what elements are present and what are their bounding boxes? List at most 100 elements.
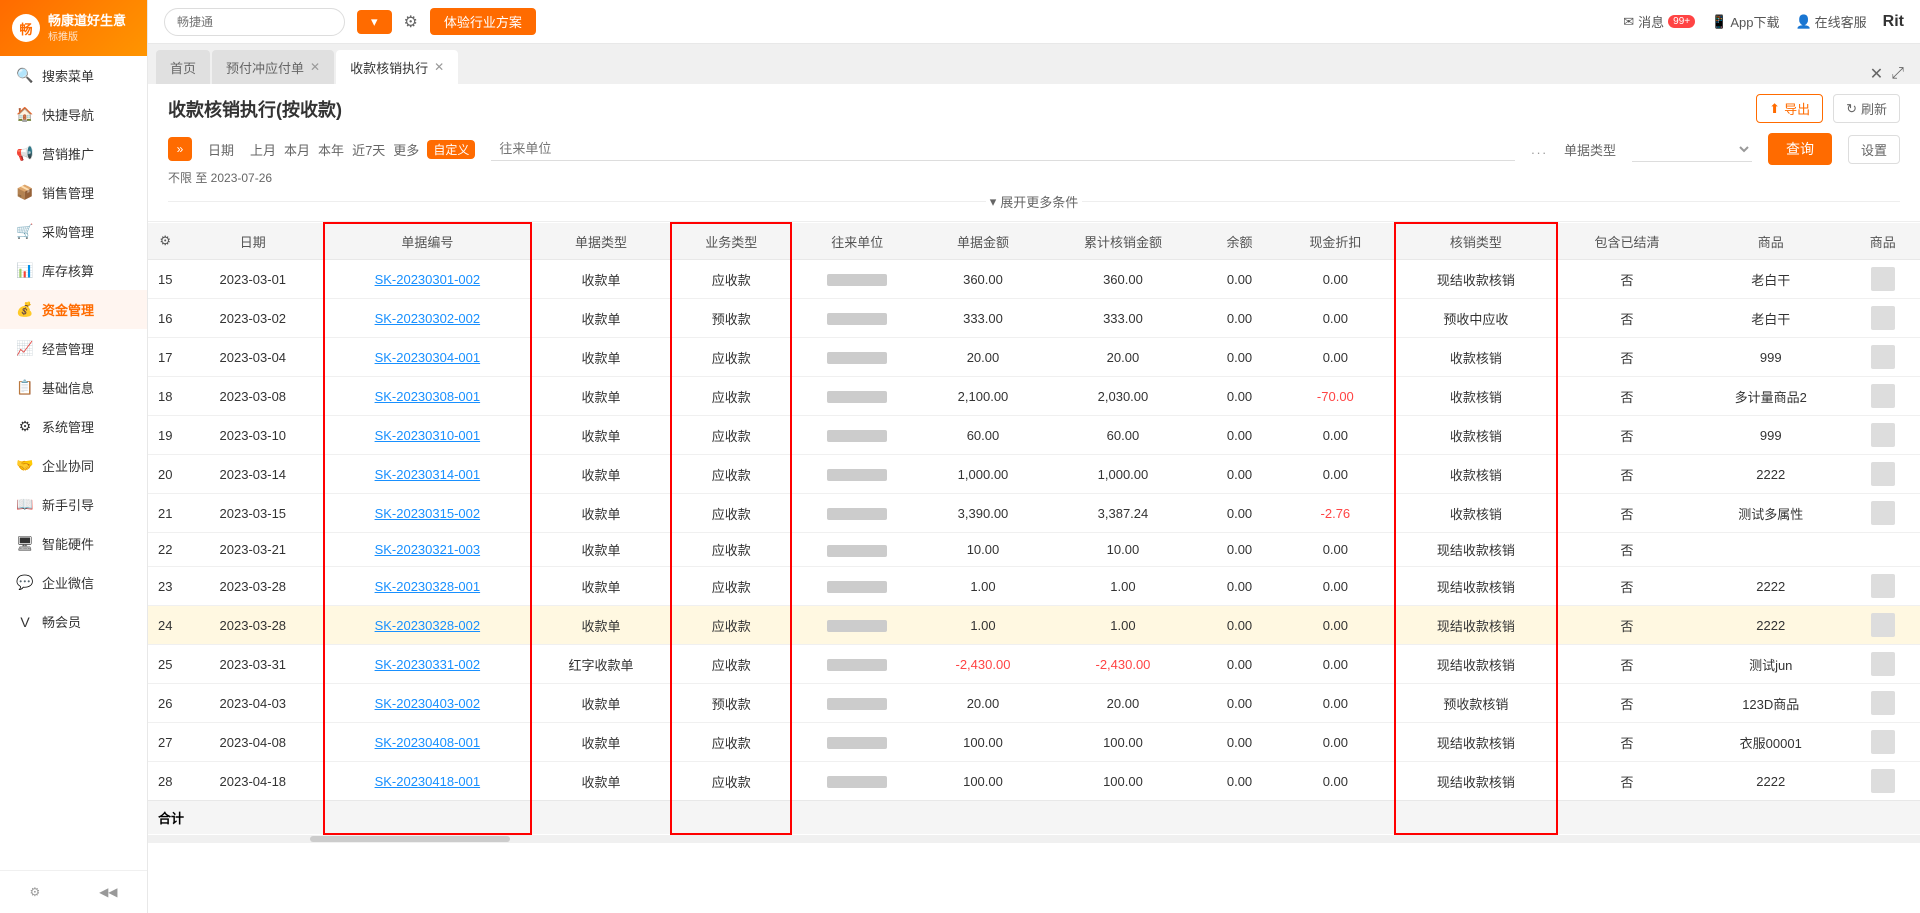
- sidebar-settings-btn[interactable]: ⚙: [17, 879, 52, 905]
- date-7days[interactable]: 近7天: [352, 140, 385, 159]
- cell-accum: 20.00: [1044, 684, 1203, 723]
- expand-more-conditions[interactable]: ▾ 展开更多条件: [168, 192, 1900, 211]
- bill-no-link[interactable]: SK-20230308-001: [375, 389, 481, 404]
- cell-goods2: [1845, 645, 1920, 684]
- sidebar-item-search[interactable]: 🔍 搜索菜单: [0, 56, 147, 95]
- sidebar-item-system[interactable]: ⚙ 系统管理: [0, 407, 147, 446]
- system-icon: ⚙: [16, 418, 34, 435]
- sidebar-item-inventory[interactable]: 📊 库存核算: [0, 251, 147, 290]
- sidebar-item-hardware[interactable]: 🖥 智能硬件: [0, 524, 147, 563]
- cell-verify-type: 预收款核销: [1395, 684, 1557, 723]
- bill-no-link[interactable]: SK-20230328-001: [375, 579, 481, 594]
- col-gear[interactable]: ⚙: [148, 223, 182, 260]
- cell-verify-type: 现结收款核销: [1395, 645, 1557, 684]
- bill-no-link[interactable]: SK-20230328-002: [375, 618, 481, 633]
- table-row: 24 2023-03-28 SK-20230328-002 收款单 应收款 1.…: [148, 606, 1920, 645]
- cell-accum: -2,430.00: [1044, 645, 1203, 684]
- cell-partner: [791, 533, 922, 567]
- partner-input[interactable]: [491, 137, 1515, 161]
- date-custom[interactable]: 自定义: [427, 140, 475, 159]
- scrollbar-thumb[interactable]: [310, 836, 510, 842]
- footer-bill-no: [324, 801, 530, 835]
- date-range-display: 不限 至 2023-07-26: [168, 169, 272, 186]
- tab-verify[interactable]: 收款核销执行 ✕: [336, 50, 458, 84]
- export-icon: ⬆: [1769, 101, 1780, 117]
- sidebar-item-purchase[interactable]: 🛒 采购管理: [0, 212, 147, 251]
- cell-balance: 0.00: [1202, 377, 1276, 416]
- bill-no-link[interactable]: SK-20230408-001: [375, 735, 481, 750]
- cell-no: 26: [148, 684, 182, 723]
- bill-no-link[interactable]: SK-20230314-001: [375, 467, 481, 482]
- cell-biz-type: 应收款: [671, 338, 791, 377]
- industry-solution-btn[interactable]: 体验行业方案: [430, 8, 536, 35]
- sidebar-item-marketing[interactable]: 📢 营销推广: [0, 134, 147, 173]
- date-more[interactable]: 更多: [393, 140, 419, 159]
- export-btn[interactable]: ⬆ 导出: [1756, 94, 1823, 123]
- refresh-btn[interactable]: ↻ 刷新: [1833, 94, 1900, 123]
- tab-close-all-btn[interactable]: ✕: [1870, 64, 1883, 84]
- online-service-btn[interactable]: 👤 在线客服: [1795, 12, 1866, 31]
- bill-no-link[interactable]: SK-20230302-002: [375, 311, 481, 326]
- table-scrollbar[interactable]: [148, 835, 1920, 843]
- message-btn[interactable]: ✉ 消息 99+: [1623, 12, 1695, 31]
- cell-balance: 0.00: [1202, 645, 1276, 684]
- filter-expand-btn[interactable]: »: [168, 137, 192, 161]
- doc-type-select[interactable]: [1632, 136, 1752, 162]
- sidebar-item-member[interactable]: V 畅会员: [0, 602, 147, 641]
- cell-goods1: 测试jun: [1696, 645, 1845, 684]
- sidebar-item-enterprise[interactable]: 🤝 企业协同: [0, 446, 147, 485]
- cell-verify-type: 现结收款核销: [1395, 533, 1557, 567]
- gear-column-icon[interactable]: ⚙: [159, 233, 171, 248]
- bill-no-link[interactable]: SK-20230301-002: [375, 272, 481, 287]
- bill-no-link[interactable]: SK-20230321-003: [375, 542, 481, 557]
- cell-discount: 0.00: [1277, 299, 1395, 338]
- bill-no-link[interactable]: SK-20230315-002: [375, 506, 481, 521]
- setting-btn[interactable]: 设置: [1848, 135, 1900, 164]
- page-header: 收款核销执行(按收款) ⬆ 导出 ↻ 刷新: [148, 84, 1920, 123]
- date-last-month[interactable]: 上月: [250, 140, 276, 159]
- cell-balance: 0.00: [1202, 606, 1276, 645]
- sidebar-item-sales[interactable]: 📦 销售管理: [0, 173, 147, 212]
- sidebar-collapse-btn[interactable]: ◀◀: [87, 879, 129, 905]
- cell-bill-no: SK-20230314-001: [324, 455, 530, 494]
- sidebar-item-operation[interactable]: 📈 经营管理: [0, 329, 147, 368]
- bill-no-link[interactable]: SK-20230310-001: [375, 428, 481, 443]
- sidebar-item-finance[interactable]: 💰 资金管理: [0, 290, 147, 329]
- user-avatar[interactable]: Rit: [1883, 13, 1904, 31]
- sidebar-item-wechat[interactable]: 💬 企业微信: [0, 563, 147, 602]
- cell-biz-type: 应收款: [671, 645, 791, 684]
- sidebar-item-basic[interactable]: 📋 基础信息: [0, 368, 147, 407]
- cell-included: 否: [1557, 299, 1696, 338]
- cell-partner: [791, 260, 922, 299]
- tab-verify-close[interactable]: ✕: [434, 60, 444, 74]
- cell-discount: 0.00: [1277, 533, 1395, 567]
- table-row: 21 2023-03-15 SK-20230315-002 收款单 应收款 3,…: [148, 494, 1920, 533]
- cell-bill-no: SK-20230408-001: [324, 723, 530, 762]
- message-icon: ✉: [1623, 14, 1634, 30]
- bill-no-link[interactable]: SK-20230403-002: [375, 696, 481, 711]
- sidebar-item-guide[interactable]: 📖 新手引导: [0, 485, 147, 524]
- cell-goods1: [1696, 533, 1845, 567]
- date-this-year[interactable]: 本年: [318, 140, 344, 159]
- col-balance: 余额: [1202, 223, 1276, 260]
- page: 收款核销执行(按收款) ⬆ 导出 ↻ 刷新 » 日期 上月 本月: [148, 84, 1920, 913]
- bill-no-link[interactable]: SK-20230304-001: [375, 350, 481, 365]
- tab-prepay-close[interactable]: ✕: [310, 60, 320, 74]
- bill-no-link[interactable]: SK-20230331-002: [375, 657, 481, 672]
- app-download-btn[interactable]: 📱 App下载: [1711, 12, 1779, 31]
- topbar-chevron-btn[interactable]: ▾: [357, 10, 392, 34]
- cell-bill-no: SK-20230321-003: [324, 533, 530, 567]
- tab-prepay[interactable]: 预付冲应付单 ✕: [212, 50, 334, 84]
- bill-no-link[interactable]: SK-20230418-001: [375, 774, 481, 789]
- cell-bill-no: SK-20230315-002: [324, 494, 530, 533]
- cell-date: 2023-03-14: [182, 455, 324, 494]
- sidebar-item-quicknav[interactable]: 🏠 快捷导航: [0, 95, 147, 134]
- gear-icon[interactable]: ⚙: [404, 12, 418, 32]
- search-input[interactable]: [164, 8, 345, 36]
- tab-expand-btn[interactable]: ⤢: [1891, 65, 1904, 83]
- cell-goods1: 999: [1696, 416, 1845, 455]
- date-this-month[interactable]: 本月: [284, 140, 310, 159]
- tab-home[interactable]: 首页: [156, 50, 210, 84]
- message-badge: 99+: [1668, 15, 1695, 28]
- query-btn[interactable]: 查询: [1768, 133, 1832, 165]
